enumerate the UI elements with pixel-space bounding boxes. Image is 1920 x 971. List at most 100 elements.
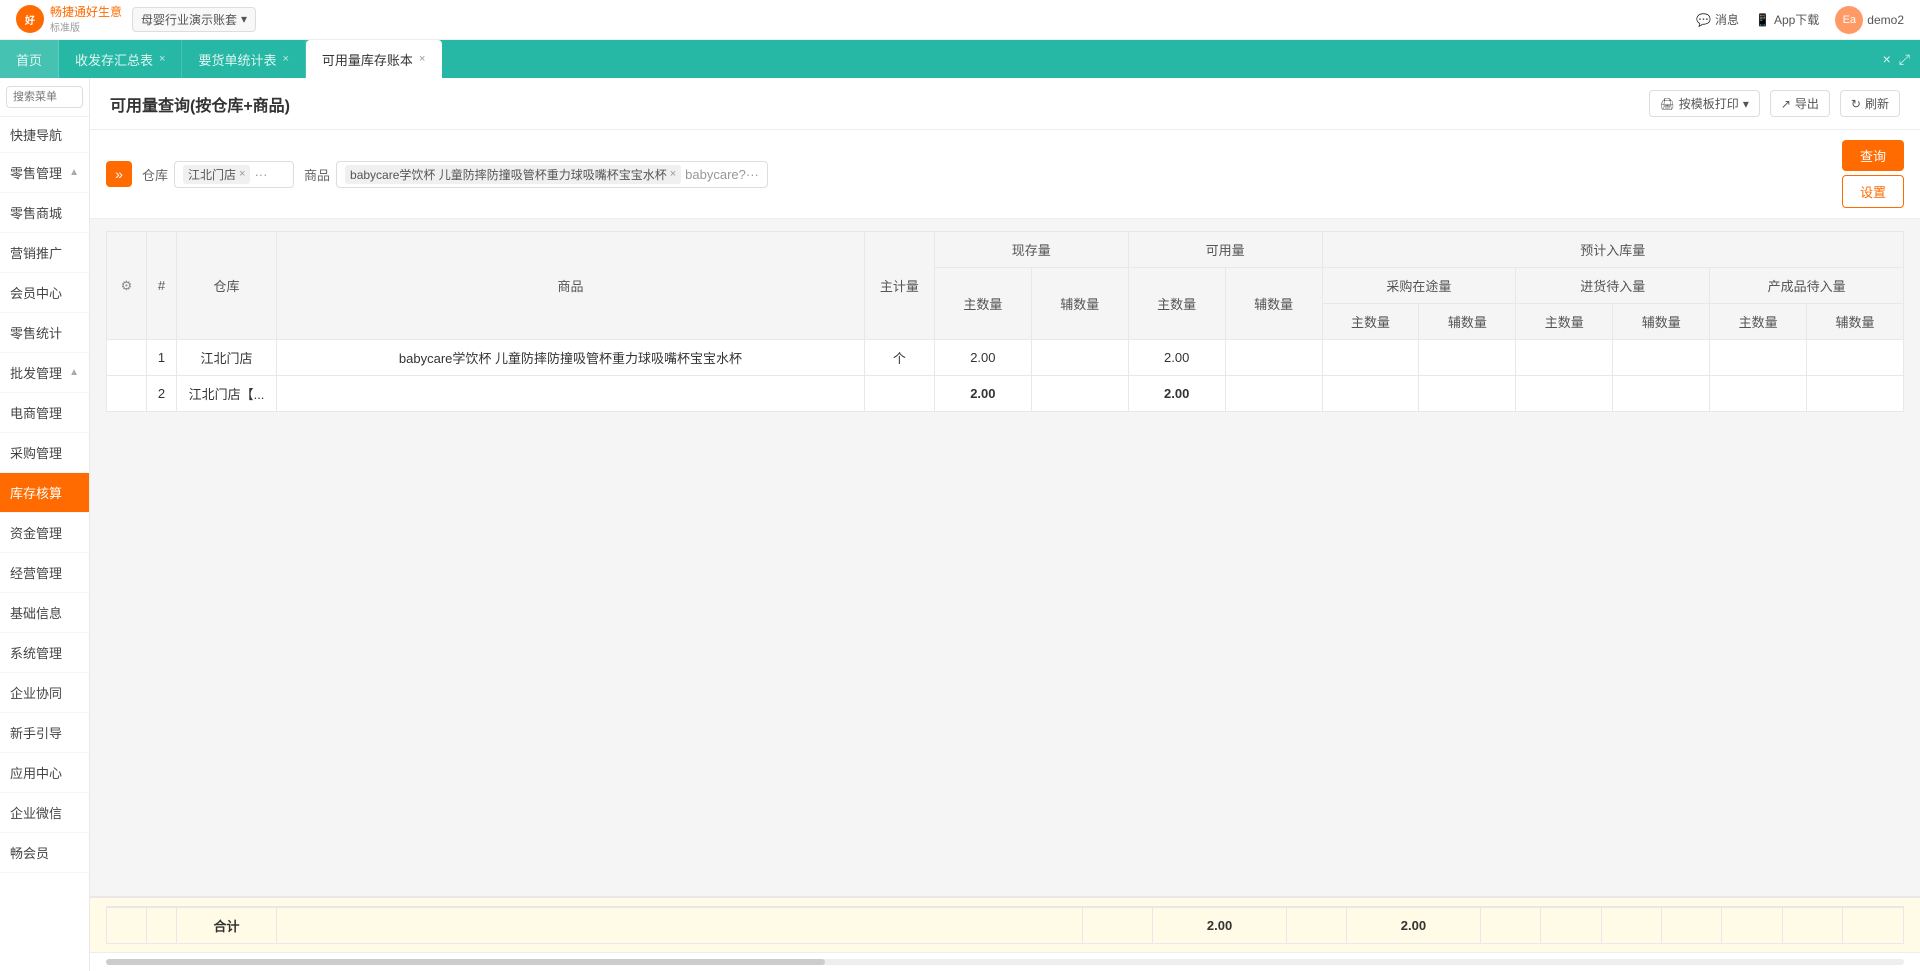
tab-receive-pay-label: 收发存汇总表 [75,50,153,69]
tab-order-stats-close[interactable]: × [282,53,288,65]
sidebar-item-marketing[interactable]: 营销推广 [0,233,89,273]
col-production-main-header: 主数量 [1710,304,1807,340]
col-incoming-main-header: 主数量 [1516,304,1613,340]
message-icon: 💬 [1696,13,1711,27]
row2-available-aux [1225,376,1322,412]
logo-icon: 好 [16,5,44,33]
user-profile[interactable]: Ea demo2 [1835,6,1904,34]
row1-index: 1 [147,340,177,376]
sidebar-label-system: 系统管理 [10,643,62,662]
warehouse-filter-tags[interactable]: 江北门店 × ··· [174,161,294,188]
row2-product [277,376,865,412]
sidebar-item-operations[interactable]: 经营管理 [0,553,89,593]
message-btn[interactable]: 💬 消息 [1696,11,1739,28]
total-row: 合计 2.00 2.00 [107,907,1904,944]
product-tag-close[interactable]: × [670,168,676,180]
search-input[interactable] [6,86,83,108]
chevron-down-print: ▾ [1743,97,1749,111]
scroll-track[interactable] [106,959,1904,965]
col-settings: ⚙ [107,232,147,340]
export-icon: ↗ [1781,97,1791,111]
chevron-icon-retail-mgmt: ▲ [69,167,79,178]
print-btn[interactable]: 🖨 按模板打印 ▾ [1649,90,1760,117]
query-button[interactable]: 查询 [1842,140,1904,171]
sidebar-item-enterprise-wechat[interactable]: 企业微信 [0,793,89,833]
filter-product-group: 商品 babycare学饮杯 儿童防摔防撞吸管杯重力球吸嘴杯宝宝水杯 × bab… [304,161,768,188]
total-production-aux [1843,907,1904,944]
user-name: demo2 [1867,13,1904,27]
row1-stock-main: 2.00 [934,340,1031,376]
tab-available-stock-close[interactable]: × [419,53,425,65]
col-available-group-header: 可用量 [1128,232,1322,268]
tab-expand-icon[interactable]: ⤢ [1899,51,1910,68]
app-download-label: App下载 [1774,11,1819,28]
industry-selector[interactable]: 母婴行业演示账套 ▾ [132,7,256,32]
sidebar-label-retail-mall: 零售商城 [10,203,62,222]
sidebar-item-enterprise-collab[interactable]: 企业协同 [0,673,89,713]
tab-home[interactable]: 首页 [0,40,59,78]
table-row: 2 江北门店【... 2.00 2.00 [107,376,1904,412]
product-filter-tags[interactable]: babycare学饮杯 儿童防摔防撞吸管杯重力球吸嘴杯宝宝水杯 × babyca… [336,161,768,188]
brand-tag: 标准版 [50,19,122,34]
tab-receive-pay[interactable]: 收发存汇总表 × [59,40,182,78]
col-stock-group-header: 现存量 [934,232,1128,268]
table-row: 1 江北门店 babycare学饮杯 儿童防摔防撞吸管杯重力球吸嘴杯宝宝水杯 个… [107,340,1904,376]
sidebar-item-inventory[interactable]: 库存核算 [0,473,89,513]
sidebar-label-marketing: 营销推广 [10,243,62,262]
sidebar-item-finance[interactable]: 资金管理 [0,513,89,553]
filter-actions: 查询 设置 [1842,140,1904,208]
row1-settings [107,340,147,376]
product-ellipsis[interactable]: babycare?··· [685,167,759,182]
chevron-icon-wholesale: ▲ [69,367,79,378]
refresh-icon: ↻ [1851,97,1861,111]
settings-icon[interactable]: ⚙ [121,278,133,293]
sidebar-item-system[interactable]: 系统管理 [0,633,89,673]
print-icon: 🖨 [1660,97,1675,111]
sidebar-item-quick-nav[interactable]: 快捷导航 [0,117,89,153]
industry-label: 母婴行业演示账套 [141,11,237,28]
tab-close-all-icon[interactable]: × [1883,51,1891,67]
total-product-cell [277,907,1083,944]
page-header-actions: 🖨 按模板打印 ▾ ↗ 导出 ↻ 刷新 [1649,90,1900,129]
warehouse-tag-close[interactable]: × [239,168,245,180]
export-btn[interactable]: ↗ 导出 [1770,90,1830,117]
sidebar-item-purchase-mgmt[interactable]: 采购管理 [0,433,89,473]
tab-available-stock[interactable]: 可用量库存账本 × [306,40,442,78]
filter-expand-btn[interactable]: » [106,161,132,187]
settings-button[interactable]: 设置 [1842,175,1904,208]
row1-unit: 个 [864,340,934,376]
sidebar-item-vip-member[interactable]: 畅会员 [0,833,89,873]
sidebar-item-wholesale-mgmt[interactable]: 批发管理 ▲ [0,353,89,393]
logo-area: 好 畅捷通好生意 标准版 [16,5,122,34]
sidebar-item-retail-stats[interactable]: 零售统计 [0,313,89,353]
row1-available-aux [1225,340,1322,376]
refresh-btn[interactable]: ↻ 刷新 [1840,90,1900,117]
total-index-cell [147,907,177,944]
sidebar-label-inventory: 库存核算 [10,483,62,502]
sidebar-quick-nav-label: 快捷导航 [10,128,62,143]
sidebar-item-basics[interactable]: 基础信息 [0,593,89,633]
app-download-btn[interactable]: 📱 App下载 [1755,11,1819,28]
sidebar-item-retail-mall[interactable]: 零售商城 [0,193,89,233]
sidebar-item-new-guide[interactable]: 新手引导 [0,713,89,753]
tab-available-stock-label: 可用量库存账本 [322,50,413,69]
sidebar-item-member-center[interactable]: 会员中心 [0,273,89,313]
content-area: 可用量查询(按仓库+商品) 🖨 按模板打印 ▾ ↗ 导出 ↻ 刷新 » [90,78,1920,971]
sidebar: 快捷导航 零售管理 ▲ 零售商城 营销推广 会员中心 零售统计 批发管理 ▲ 电… [0,78,90,971]
warehouse-ellipsis[interactable]: ··· [254,167,267,182]
sidebar-label-new-guide: 新手引导 [10,723,62,742]
total-unit-cell [1083,907,1153,944]
row2-pur-transit-aux [1419,376,1516,412]
sidebar-item-retail-mgmt[interactable]: 零售管理 ▲ [0,153,89,193]
col-index-header: # [147,232,177,340]
warehouse-tag-jiangbei: 江北门店 × [183,165,250,184]
sidebar-label-retail-mgmt: 零售管理 [10,163,62,182]
col-production-aux-header: 辅数量 [1807,304,1904,340]
tab-receive-pay-close[interactable]: × [159,53,165,65]
tab-order-stats[interactable]: 要货单统计表 × [182,40,305,78]
sidebar-item-app-center[interactable]: 应用中心 [0,753,89,793]
sidebar-item-ecommerce[interactable]: 电商管理 [0,393,89,433]
row2-settings [107,376,147,412]
sidebar-label-retail-stats: 零售统计 [10,323,62,342]
col-unit-header: 主计量 [864,232,934,340]
